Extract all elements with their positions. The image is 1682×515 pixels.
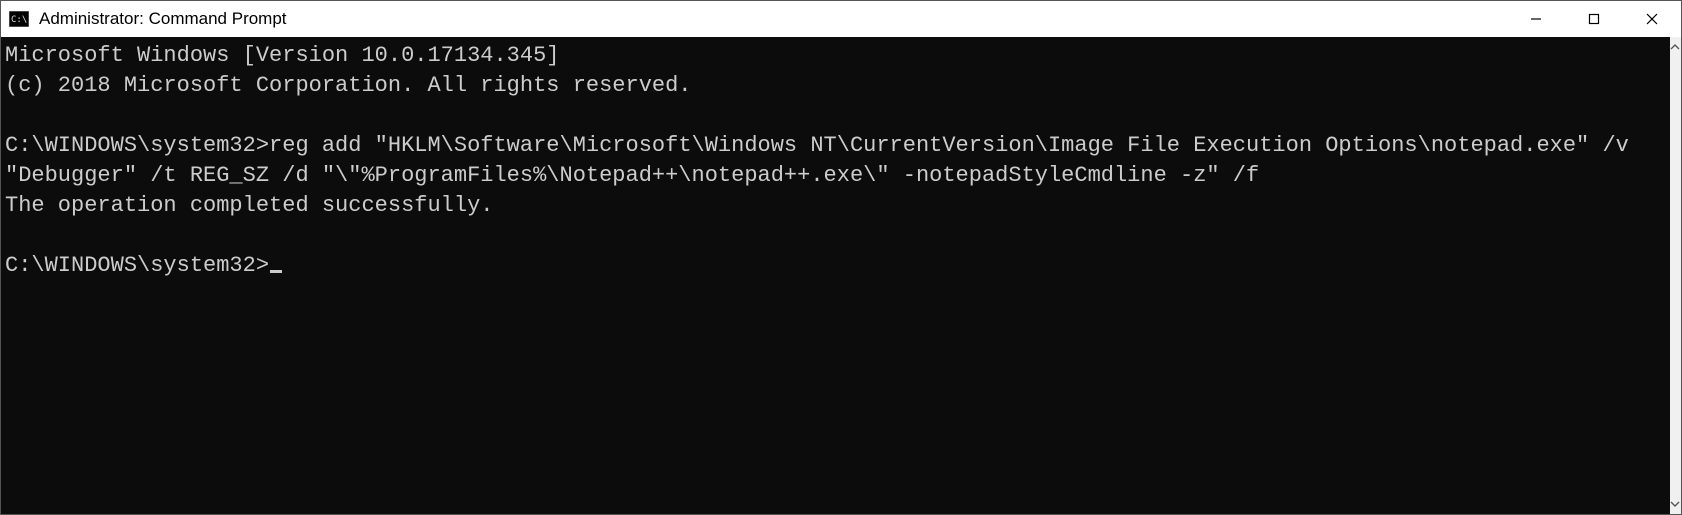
- copyright-line: (c) 2018 Microsoft Corporation. All righ…: [5, 73, 692, 98]
- close-button[interactable]: [1623, 1, 1681, 37]
- cursor: [270, 270, 282, 273]
- maximize-button[interactable]: [1565, 1, 1623, 37]
- scroll-down-button[interactable]: [1670, 494, 1681, 514]
- cmd-icon: C:\: [9, 10, 29, 28]
- terminal-output[interactable]: Microsoft Windows [Version 10.0.17134.34…: [1, 37, 1670, 514]
- scroll-up-button[interactable]: [1670, 37, 1681, 57]
- prompt: C:\WINDOWS\system32>: [5, 253, 269, 278]
- svg-text:C:\: C:\: [11, 15, 27, 25]
- window-title: Administrator: Command Prompt: [39, 9, 287, 29]
- prompt: C:\WINDOWS\system32>: [5, 133, 269, 158]
- window-controls: [1507, 1, 1681, 37]
- minimize-button[interactable]: [1507, 1, 1565, 37]
- scroll-track[interactable]: [1670, 57, 1681, 494]
- titlebar[interactable]: C:\ Administrator: Command Prompt: [1, 1, 1681, 37]
- version-line: Microsoft Windows [Version 10.0.17134.34…: [5, 43, 560, 68]
- client-area: Microsoft Windows [Version 10.0.17134.34…: [1, 37, 1681, 514]
- window: C:\ Administrator: Command Prompt Micros…: [0, 0, 1682, 515]
- result-line: The operation completed successfully.: [5, 193, 493, 218]
- vertical-scrollbar[interactable]: [1670, 37, 1681, 514]
